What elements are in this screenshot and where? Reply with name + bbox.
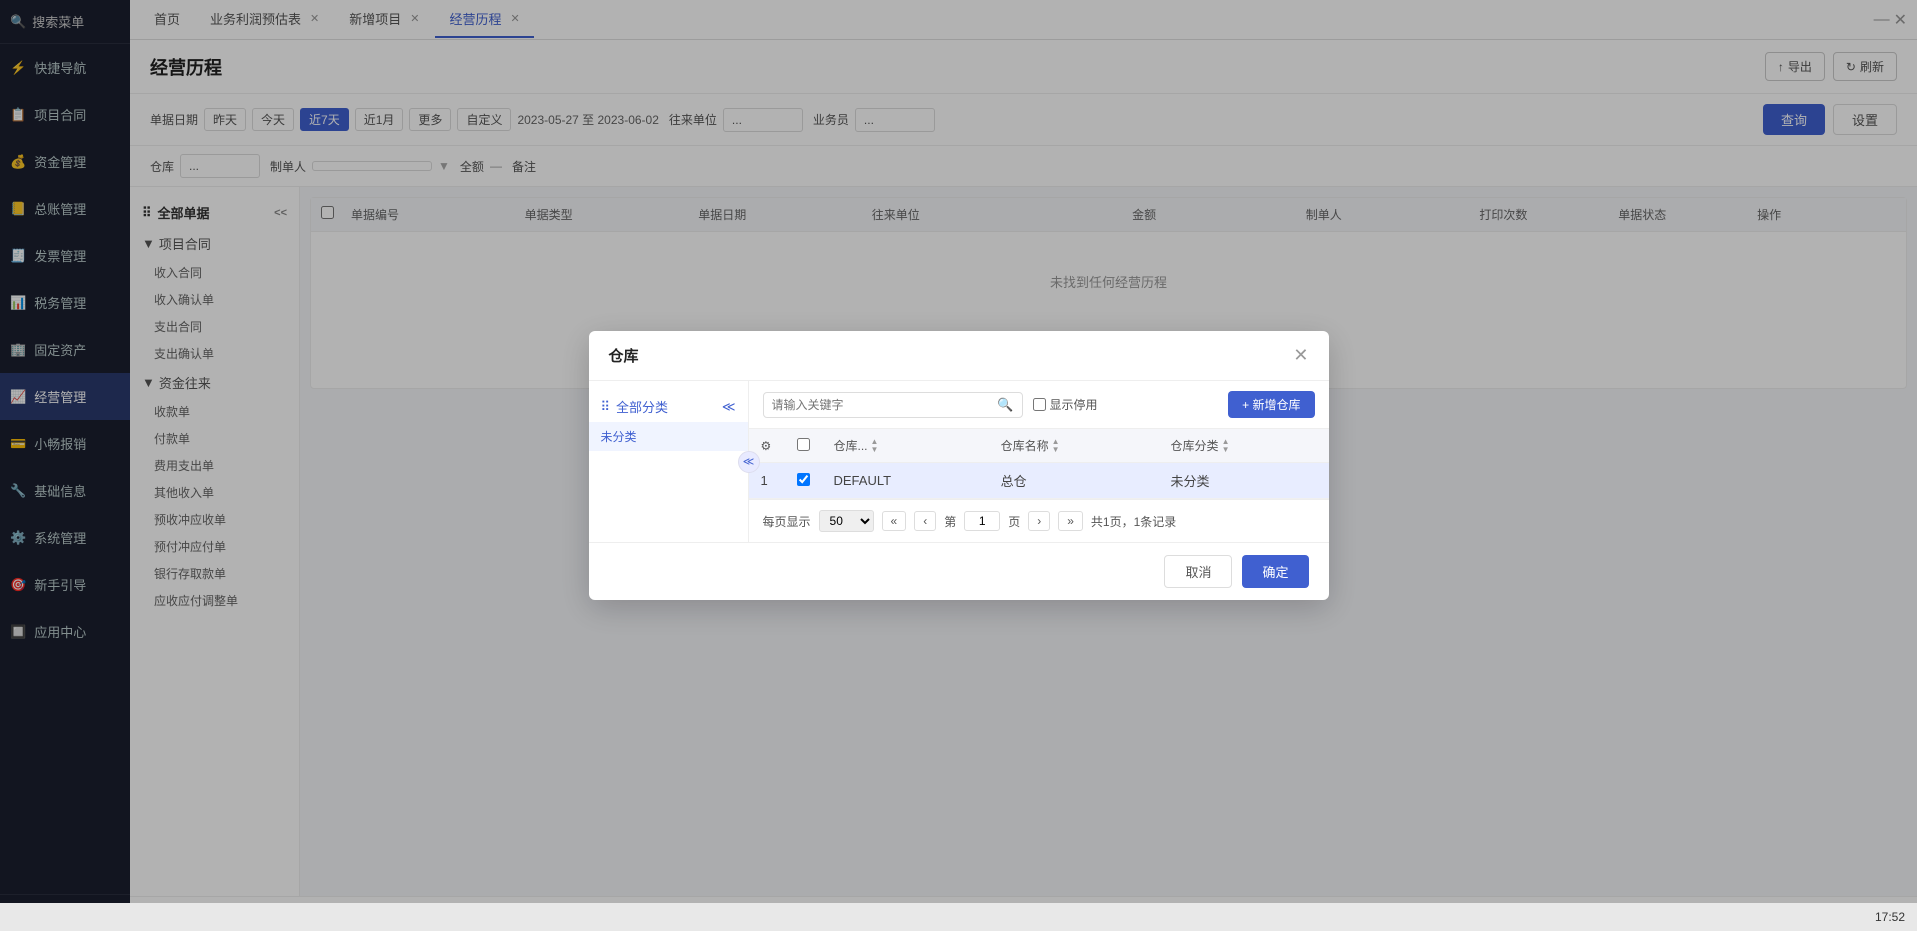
dialog-close-button[interactable]: ✕: [1293, 345, 1308, 366]
col-warehouse-category[interactable]: 仓库分类 ▲▼: [1159, 429, 1329, 463]
dialog-right-panel: 🔍 显示停用 + 新增仓库 ⚙: [749, 381, 1329, 542]
dialog-page-unit: 页: [1008, 513, 1020, 530]
add-warehouse-button[interactable]: + 新增仓库: [1228, 391, 1314, 418]
col-checkbox: [785, 429, 822, 463]
row-checkbox[interactable]: [785, 463, 822, 499]
sort-arrows3: ▲▼: [1222, 438, 1230, 454]
row-category: 未分类: [1159, 463, 1329, 499]
dialog-footer: 取消 确定: [589, 542, 1329, 600]
dialog-collapse-icon[interactable]: ≪: [722, 399, 736, 415]
dialog-search-box: 🔍: [763, 392, 1023, 418]
dialog-toolbar: 🔍 显示停用 + 新增仓库: [749, 381, 1329, 429]
dialog-page-label: 第: [944, 513, 956, 530]
dialog-left-all-label: 全部分类: [616, 397, 668, 416]
dialog-next-page-btn[interactable]: ›: [1028, 511, 1050, 531]
col-warehouse-code[interactable]: 仓库... ▲▼: [822, 429, 989, 463]
col-warehouse-name[interactable]: 仓库名称 ▲▼: [989, 429, 1159, 463]
dialog-left-panel: ⠿ 全部分类 ≪ 未分类 ≪: [589, 381, 749, 542]
dialog-left-item-uncategorized[interactable]: 未分类: [589, 422, 748, 451]
row-name: 总仓: [989, 463, 1159, 499]
grid-icon2: ⠿: [601, 399, 611, 415]
confirm-button[interactable]: 确定: [1242, 555, 1308, 588]
modal-overlay: 仓库 ✕ ⠿ 全部分类 ≪ 未分类 ≪ 🔍: [0, 0, 1917, 931]
warehouse-dialog: 仓库 ✕ ⠿ 全部分类 ≪ 未分类 ≪ 🔍: [589, 331, 1329, 600]
sort-arrows: ▲▼: [871, 438, 879, 454]
dialog-header: 仓库 ✕: [589, 331, 1329, 381]
search-icon2: 🔍: [997, 397, 1013, 413]
dialog-panel-collapse-btn[interactable]: ≪: [738, 451, 760, 473]
warehouse-code-label: 仓库...: [834, 437, 868, 454]
warehouse-category-label: 仓库分类: [1171, 437, 1219, 454]
sort-arrows2: ▲▼: [1052, 438, 1060, 454]
dialog-per-page-label: 每页显示: [763, 513, 811, 530]
dialog-total-info: 共1页，1条记录: [1091, 513, 1176, 530]
show-disabled-label[interactable]: 显示停用: [1033, 396, 1098, 413]
taskbar-time: 17:52: [1875, 910, 1905, 924]
dialog-last-page-btn[interactable]: »: [1058, 511, 1083, 531]
row-code: DEFAULT: [822, 463, 989, 499]
dialog-pagination: 每页显示 50 100 « ‹ 第 页 › » 共1页，1条记录: [749, 499, 1329, 542]
dialog-search-input[interactable]: [772, 398, 992, 412]
taskbar: 17:52: [0, 903, 1917, 931]
dialog-body: ⠿ 全部分类 ≪ 未分类 ≪ 🔍 显示停用: [589, 381, 1329, 542]
dialog-per-page-select[interactable]: 50 100: [819, 510, 874, 532]
show-disabled-text: 显示停用: [1050, 396, 1098, 413]
dialog-table: ⚙ 仓库... ▲▼: [749, 429, 1329, 499]
dialog-prev-page-btn[interactable]: ‹: [914, 511, 936, 531]
table-select-all[interactable]: [797, 438, 810, 451]
dialog-title: 仓库: [609, 345, 639, 366]
table-row[interactable]: 1 DEFAULT 总仓 未分类: [749, 463, 1329, 499]
cancel-button[interactable]: 取消: [1164, 555, 1232, 588]
warehouse-name-label: 仓库名称: [1001, 437, 1049, 454]
dialog-page-input[interactable]: [964, 511, 1000, 531]
dialog-first-page-btn[interactable]: «: [882, 511, 907, 531]
settings-col-icon: ⚙: [761, 439, 772, 453]
dialog-left-all[interactable]: ⠿ 全部分类 ≪: [589, 391, 748, 422]
show-disabled-checkbox[interactable]: [1033, 398, 1046, 411]
